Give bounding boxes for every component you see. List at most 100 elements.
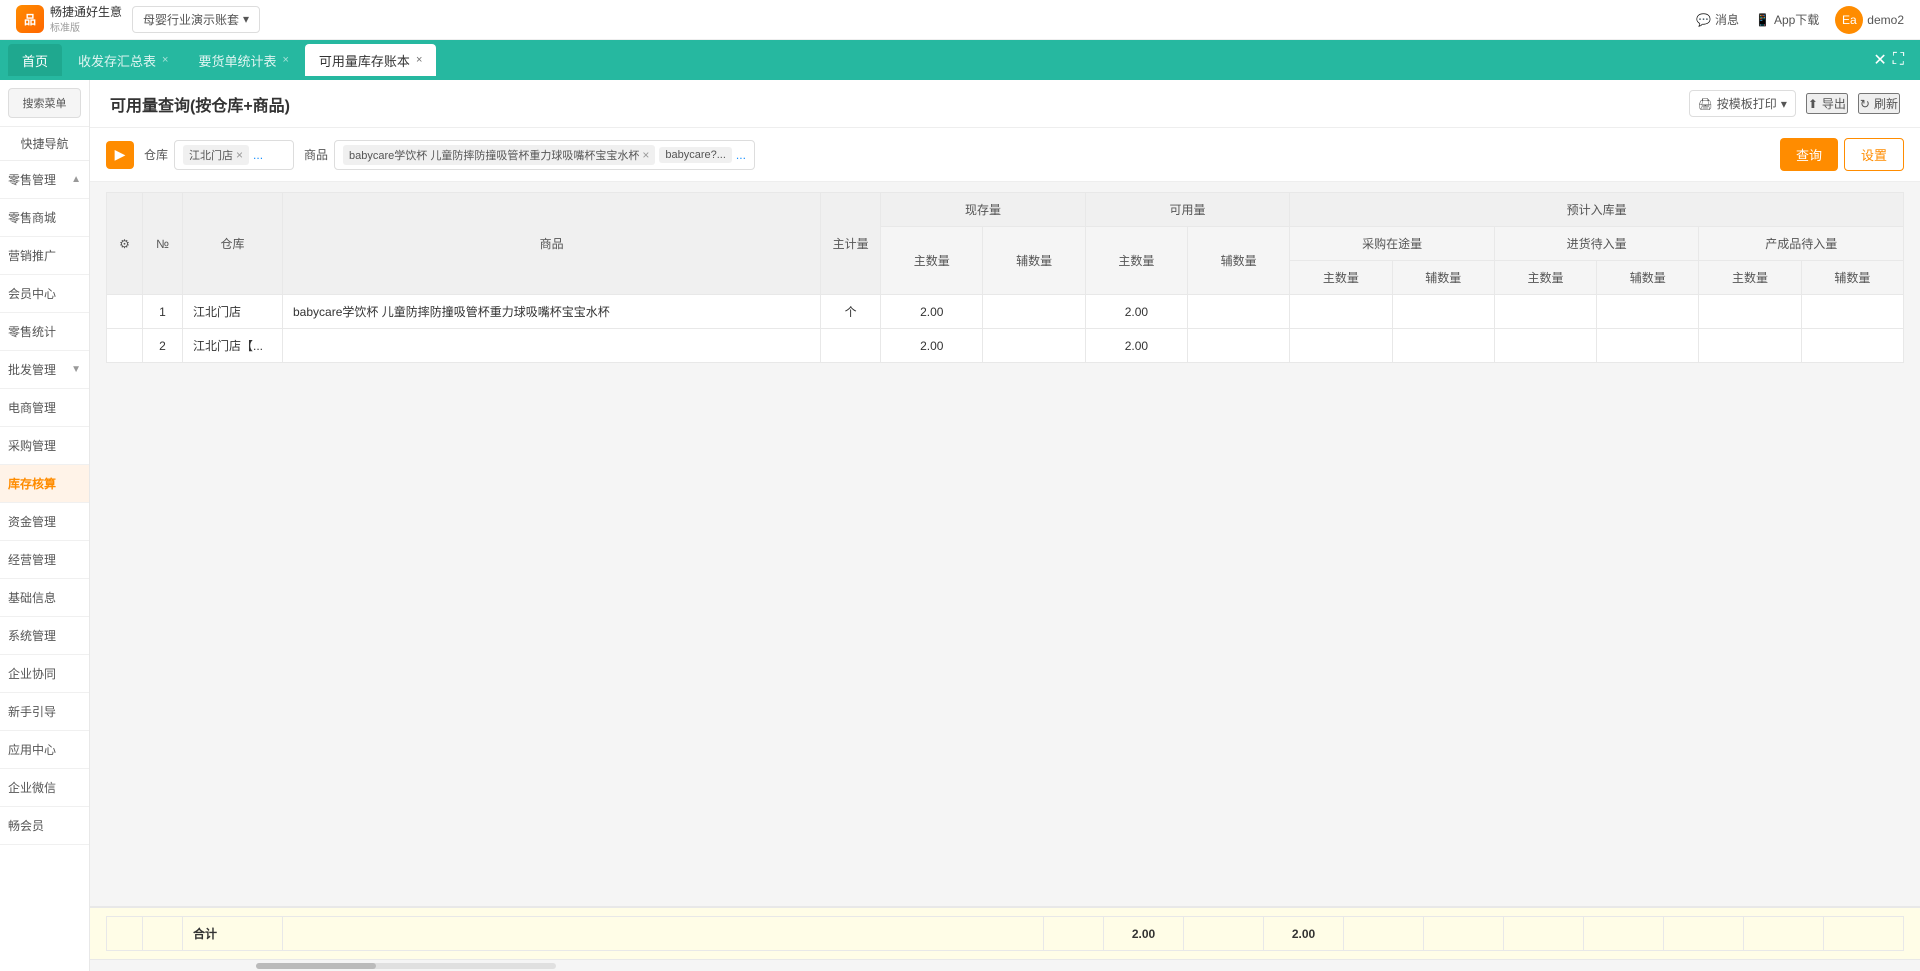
total-gear-cell bbox=[107, 917, 143, 951]
sidebar-item-new-guide[interactable]: 新手引导 bbox=[0, 693, 89, 731]
sidebar-item-retail-mgmt[interactable]: 零售管理 ▲ bbox=[0, 161, 89, 199]
sidebar-item-retail-stats[interactable]: 零售统计 bbox=[0, 313, 89, 351]
sidebar-item-pro-member[interactable]: 畅会员 bbox=[0, 807, 89, 845]
row-finished-main-qty bbox=[1699, 295, 1801, 329]
sidebar-item-retail-stats-label: 零售统计 bbox=[8, 323, 56, 340]
th-warehouse: 仓库 bbox=[183, 193, 283, 295]
sidebar-item-basic-info[interactable]: 基础信息 bbox=[0, 579, 89, 617]
sidebar-item-enterprise-wechat[interactable]: 企业微信 bbox=[0, 769, 89, 807]
total-finished-main-cell bbox=[1744, 917, 1824, 951]
warehouse-filter-ellipsis[interactable]: ... bbox=[253, 148, 263, 162]
th-incoming-aux-qty: 辅数量 bbox=[1597, 261, 1699, 295]
product-tag-1-remove[interactable]: × bbox=[642, 148, 649, 162]
th-incoming-pending: 进货待入量 bbox=[1494, 227, 1699, 261]
sidebar-item-wholesale-mgmt[interactable]: 批发管理 ▼ bbox=[0, 351, 89, 389]
sidebar-item-ecommerce-label: 电商管理 bbox=[8, 399, 56, 416]
export-icon: ⬆ bbox=[1808, 97, 1818, 111]
sidebar-item-inventory-check[interactable]: 库存核算 bbox=[0, 465, 89, 503]
total-no-cell bbox=[143, 917, 183, 951]
sidebar-item-enterprise-collab[interactable]: 企业协同 bbox=[0, 655, 89, 693]
th-finished-pending: 产成品待入量 bbox=[1699, 227, 1904, 261]
tab-order-stats-close[interactable]: × bbox=[282, 54, 288, 66]
nav-close-all[interactable]: ✕ ⛶ bbox=[1865, 50, 1912, 70]
tab-available-inventory[interactable]: 可用量库存账本 × bbox=[305, 44, 436, 76]
sidebar-item-retail-mgmt-label: 零售管理 bbox=[8, 171, 56, 188]
avatar: Ea bbox=[1835, 6, 1863, 34]
tab-home-label: 首页 bbox=[22, 51, 48, 70]
row-no: 2 bbox=[143, 329, 183, 363]
row-main-unit: 个 bbox=[821, 295, 881, 329]
sidebar-item-app-center[interactable]: 应用中心 bbox=[0, 731, 89, 769]
product-filter-ellipsis[interactable]: ... bbox=[736, 148, 746, 162]
chevron-up-icon: ▲ bbox=[71, 174, 81, 185]
sidebar-item-finance-mgmt-label: 资金管理 bbox=[8, 513, 56, 530]
export-button[interactable]: ⬆ 导出 bbox=[1806, 93, 1848, 114]
user-item[interactable]: Ea demo2 bbox=[1835, 6, 1904, 34]
total-unit-cell bbox=[1044, 917, 1104, 951]
tab-receipt-summary-label: 收发存汇总表 bbox=[78, 51, 156, 70]
row-available-aux-qty bbox=[1188, 295, 1290, 329]
product-filter-input[interactable]: babycare学饮杯 儿童防摔防撞吸管杯重力球吸嘴杯宝宝水杯 × babyca… bbox=[334, 140, 755, 170]
filter-toggle-button[interactable]: ▶ bbox=[106, 141, 134, 169]
industry-select[interactable]: 母婴行业演示账套 ▾ bbox=[132, 6, 260, 33]
app-download-item[interactable]: 📱 App下载 bbox=[1755, 11, 1819, 28]
row-current-aux-qty bbox=[983, 295, 1085, 329]
sidebar-item-operations-mgmt-label: 经营管理 bbox=[8, 551, 56, 568]
row-warehouse: 江北门店 bbox=[183, 295, 283, 329]
product-tag-2-value: babycare?... bbox=[665, 149, 726, 161]
nav-tabs: 首页 收发存汇总表 × 要货单统计表 × 可用量库存账本 × ✕ ⛶ bbox=[0, 40, 1920, 80]
product-filter-tag-2: babycare?... bbox=[659, 147, 732, 163]
message-icon: 💬 bbox=[1696, 13, 1711, 27]
sidebar-item-purchase-mgmt[interactable]: 采购管理 bbox=[0, 427, 89, 465]
quick-nav-button[interactable]: 快捷导航 bbox=[0, 127, 89, 161]
row-finished-aux-qty bbox=[1801, 295, 1903, 329]
refresh-button[interactable]: ↻ 刷新 bbox=[1858, 93, 1900, 114]
sidebar-item-marketing[interactable]: 营销推广 bbox=[0, 237, 89, 275]
scrollbar-thumb[interactable] bbox=[256, 963, 376, 969]
tab-receipt-summary[interactable]: 收发存汇总表 × bbox=[64, 44, 182, 76]
sidebar-item-retail-mall-label: 零售商城 bbox=[8, 209, 56, 226]
tab-available-inventory-close[interactable]: × bbox=[416, 54, 422, 66]
sidebar-item-operations-mgmt[interactable]: 经营管理 bbox=[0, 541, 89, 579]
sidebar-item-enterprise-wechat-label: 企业微信 bbox=[8, 779, 56, 796]
table-container[interactable]: ⚙ № 仓库 商品 主计量 现存量 可用量 预计入库量 主数量 辅数量 主数量 … bbox=[90, 182, 1920, 906]
row-available-aux-qty bbox=[1188, 329, 1290, 363]
row-main-unit bbox=[821, 329, 881, 363]
product-filter-label: 商品 bbox=[304, 146, 328, 163]
search-menu-button[interactable]: 搜索菜单 bbox=[8, 88, 81, 118]
total-incoming-aux-cell bbox=[1664, 917, 1744, 951]
table-scrollbar-area bbox=[90, 959, 1920, 971]
query-button[interactable]: 查询 bbox=[1780, 138, 1838, 171]
template-print-button[interactable]: 🖨 按模板打印 ▾ bbox=[1689, 90, 1796, 117]
row-current-main-qty: 2.00 bbox=[881, 295, 983, 329]
total-product-cell bbox=[283, 917, 1044, 951]
table-row: 1 江北门店 babycare学饮杯 儿童防摔防撞吸管杯重力球吸嘴杯宝宝水杯 个… bbox=[107, 295, 1904, 329]
row-incoming-main-qty bbox=[1494, 295, 1596, 329]
warehouse-filter-input[interactable]: 江北门店 × ... bbox=[174, 140, 294, 170]
sidebar-item-retail-mall[interactable]: 零售商城 bbox=[0, 199, 89, 237]
row-purchase-aux-qty bbox=[1392, 295, 1494, 329]
sidebar-item-ecommerce[interactable]: 电商管理 bbox=[0, 389, 89, 427]
app-icon: 📱 bbox=[1755, 13, 1770, 27]
tab-order-stats[interactable]: 要货单统计表 × bbox=[184, 44, 302, 76]
settings-button[interactable]: 设置 bbox=[1844, 138, 1904, 171]
sidebar-item-inventory-check-label: 库存核算 bbox=[8, 475, 56, 492]
refresh-icon: ↻ bbox=[1860, 97, 1870, 111]
row-product bbox=[283, 329, 821, 363]
warehouse-tag-remove[interactable]: × bbox=[236, 148, 243, 162]
sidebar-item-member-label: 会员中心 bbox=[8, 285, 56, 302]
message-item[interactable]: 💬 消息 bbox=[1696, 11, 1739, 28]
row-product: babycare学饮杯 儿童防摔防撞吸管杯重力球吸嘴杯宝宝水杯 bbox=[283, 295, 821, 329]
row-no: 1 bbox=[143, 295, 183, 329]
sidebar-item-member[interactable]: 会员中心 bbox=[0, 275, 89, 313]
brand-icon: 品 bbox=[16, 5, 44, 33]
row-purchase-main-qty bbox=[1290, 329, 1392, 363]
tab-home[interactable]: 首页 bbox=[8, 44, 62, 76]
sidebar-item-system-mgmt[interactable]: 系统管理 bbox=[0, 617, 89, 655]
main-layout: 搜索菜单 快捷导航 零售管理 ▲ 零售商城 营销推广 会员中心 零售统计 批发管… bbox=[0, 80, 1920, 971]
sidebar-search-area: 搜索菜单 bbox=[0, 80, 89, 127]
sidebar-item-finance-mgmt[interactable]: 资金管理 bbox=[0, 503, 89, 541]
tab-receipt-summary-close[interactable]: × bbox=[162, 54, 168, 66]
content-area: 可用量查询(按仓库+商品) 🖨 按模板打印 ▾ ⬆ 导出 ↻ 刷新 ▶ bbox=[90, 80, 1920, 971]
row-finished-aux-qty bbox=[1801, 329, 1903, 363]
